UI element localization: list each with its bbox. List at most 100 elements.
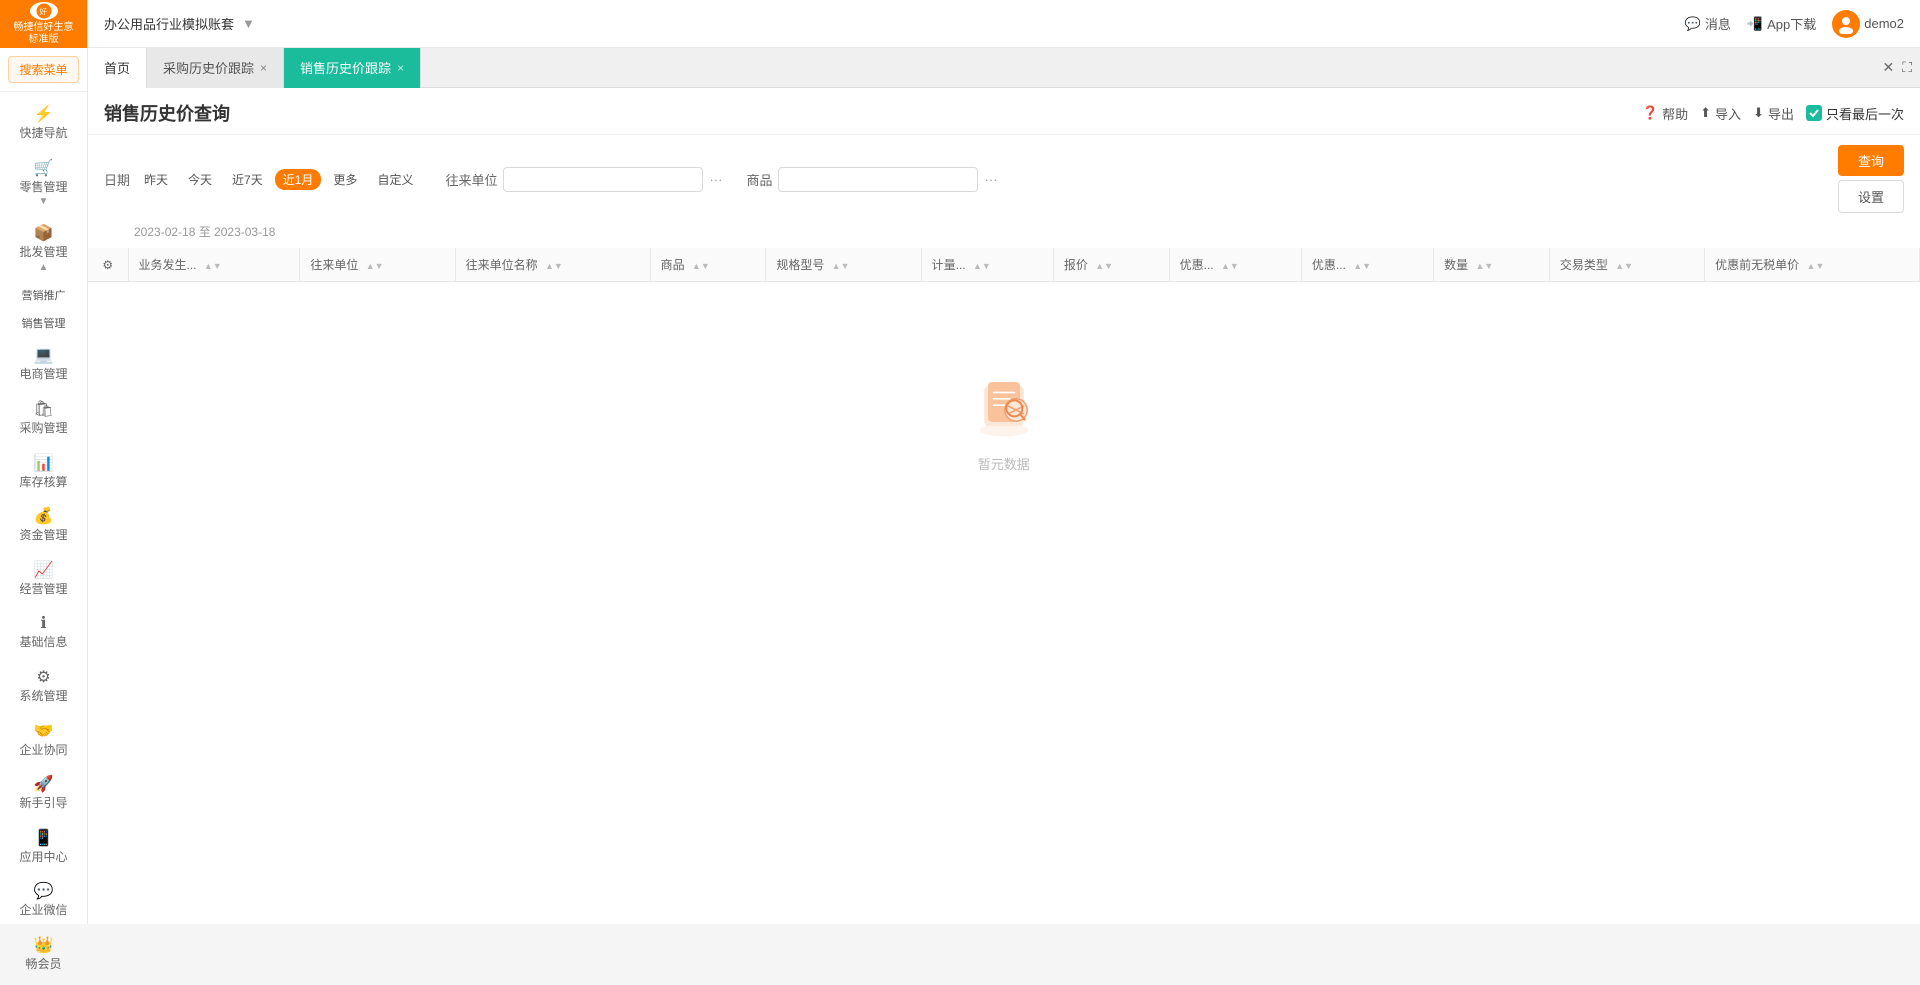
- app-download-button[interactable]: 📲 App下载: [1747, 14, 1816, 33]
- page-header: 销售历史价查询 ❓ 帮助 ⬆ 导入 ⬇ 导出 只看: [88, 88, 1920, 135]
- page-header-actions: ❓ 帮助 ⬆ 导入 ⬇ 导出 只看最后一次: [1642, 104, 1904, 123]
- date-option-yesterday[interactable]: 昨天: [136, 169, 176, 190]
- gear-icon[interactable]: ⚙: [102, 258, 113, 272]
- page-title: 销售历史价查询: [104, 100, 230, 126]
- tab-sales-history[interactable]: 销售历史价跟踪 ×: [284, 48, 421, 88]
- sidebar-item-retail-mgmt[interactable]: 🛒 零售管理 ▼: [0, 150, 87, 216]
- message-label: 消息: [1705, 14, 1731, 33]
- avatar: [1832, 10, 1860, 38]
- nav-icon: ⚡: [34, 104, 54, 124]
- user-name: demo2: [1864, 16, 1904, 31]
- export-label: 导出: [1768, 104, 1794, 123]
- tab-bar: 首页 采购历史价跟踪 × 销售历史价跟踪 × ✕ ⛶: [88, 48, 1920, 88]
- date-option-last1month[interactable]: 近1月: [275, 169, 322, 190]
- logo-icon: 好: [30, 2, 58, 20]
- import-label: 导入: [1715, 104, 1741, 123]
- sidebar-item-enterprise-wechat[interactable]: 💬 企业微信: [0, 873, 87, 927]
- sidebar-item-wholesale-mgmt[interactable]: 📦 批发管理 ▲: [0, 215, 87, 281]
- sidebar-item-basic-info[interactable]: ℹ 基础信息: [0, 605, 87, 659]
- sort-icon: ▲▼: [1221, 261, 1239, 271]
- import-button[interactable]: ⬆ 导入: [1700, 104, 1741, 123]
- maximize-tab-button[interactable]: ⛶: [1902, 59, 1912, 76]
- sidebar-nav-section: ⚡ 快捷导航 🛒 零售管理 ▼ 📦 批发管理 ▲ 营销推广 销售管理 💻 电商管…: [0, 92, 87, 985]
- sidebar-item-nav[interactable]: ⚡ 快捷导航: [0, 96, 87, 150]
- table-header: ⚙ 业务发生... ▲▼ 往来单位 ▲▼ 往来单位名称 ▲▼: [88, 248, 1920, 282]
- message-icon: 💬: [1685, 16, 1701, 32]
- sidebar-item-marketing[interactable]: 营销推广: [0, 281, 87, 309]
- sidebar-sub-wholesale: 营销推广 销售管理: [0, 281, 87, 338]
- date-options: 昨天 今天 近7天 近1月 更多 自定义: [136, 169, 421, 190]
- topbar: 办公用品行业模拟账套 ▼ 💬 消息 📲 App下载 demo2: [88, 0, 1920, 48]
- table-body: 暂元数据: [88, 282, 1920, 554]
- search-button[interactable]: 查询: [1838, 145, 1904, 176]
- action-buttons: 查询 设置: [1838, 145, 1904, 213]
- table-col-product[interactable]: 商品 ▲▼: [650, 248, 766, 282]
- sidebar-item-ecom-mgmt[interactable]: 💻 电商管理: [0, 337, 87, 391]
- sidebar-item-enterprise-collab[interactable]: 🤝 企业协同: [0, 713, 87, 767]
- table-col-trade-type[interactable]: 交易类型 ▲▼: [1549, 248, 1704, 282]
- table-col-biz-date[interactable]: 业务发生... ▲▼: [128, 248, 300, 282]
- counterpart-input[interactable]: [503, 167, 703, 192]
- table-col-unit[interactable]: 计量... ▲▼: [921, 248, 1053, 282]
- finance-icon: 💰: [34, 506, 54, 526]
- table-col-price[interactable]: 报价 ▲▼: [1053, 248, 1169, 282]
- sidebar-item-member[interactable]: 👑 畅会员: [0, 927, 87, 981]
- tab-purchase-history-close[interactable]: ×: [260, 61, 267, 75]
- message-button[interactable]: 💬 消息: [1685, 14, 1731, 33]
- guide-icon: 🚀: [34, 774, 54, 794]
- counterpart-filter-group: 往来单位 ···: [445, 167, 722, 192]
- tab-sales-history-close[interactable]: ×: [397, 61, 404, 75]
- table-col-quantity[interactable]: 数量 ▲▼: [1434, 248, 1550, 282]
- table-col-counterpart[interactable]: 往来单位 ▲▼: [300, 248, 455, 282]
- search-menu-button[interactable]: 搜索菜单: [8, 56, 79, 83]
- show-latest-checkbox[interactable]: 只看最后一次: [1806, 104, 1904, 123]
- help-icon: ❓: [1642, 105, 1658, 121]
- table-col-counterpart-name[interactable]: 往来单位名称 ▲▼: [455, 248, 650, 282]
- sort-icon: ▲▼: [1353, 261, 1371, 271]
- date-option-today[interactable]: 今天: [180, 169, 220, 190]
- sidebar-item-operations-mgmt[interactable]: 📈 经营管理: [0, 552, 87, 606]
- sidebar-item-new-guide[interactable]: 🚀 新手引导: [0, 766, 87, 820]
- empty-illustration: [964, 362, 1044, 442]
- table-col-discount2[interactable]: 优惠... ▲▼: [1301, 248, 1433, 282]
- sidebar-item-sales-mgmt[interactable]: 销售管理: [0, 309, 87, 337]
- sidebar-item-finance-mgmt[interactable]: 💰 资金管理: [0, 498, 87, 552]
- table-col-discount1[interactable]: 优惠... ▲▼: [1169, 248, 1301, 282]
- counterpart-filter-label: 往来单位: [445, 170, 497, 189]
- date-option-more[interactable]: 更多: [325, 169, 365, 190]
- product-input[interactable]: [778, 167, 978, 192]
- date-option-custom[interactable]: 自定义: [369, 169, 421, 190]
- sort-icon: ▲▼: [1475, 261, 1493, 271]
- export-icon: ⬇: [1753, 105, 1764, 121]
- product-dots[interactable]: ···: [984, 172, 997, 187]
- tab-purchase-history[interactable]: 采购历史价跟踪 ×: [147, 48, 284, 88]
- user-profile-button[interactable]: demo2: [1832, 10, 1904, 38]
- tab-home[interactable]: 首页: [88, 48, 147, 88]
- sidebar-item-app-center[interactable]: 📱 应用中心: [0, 820, 87, 874]
- app-center-icon: 📱: [34, 828, 54, 848]
- chevron-up-icon: ▲: [39, 262, 49, 273]
- checkbox-icon: [1806, 105, 1822, 121]
- collab-icon: 🤝: [34, 721, 54, 741]
- date-range-display: 2023-02-18 至 2023-03-18: [134, 223, 275, 240]
- table-col-settings[interactable]: ⚙: [88, 248, 128, 282]
- import-icon: ⬆: [1700, 105, 1711, 121]
- date-option-last7days[interactable]: 近7天: [224, 169, 271, 190]
- sidebar-item-system-mgmt[interactable]: ⚙ 系统管理: [0, 659, 87, 713]
- table-col-spec[interactable]: 规格型号 ▲▼: [766, 248, 921, 282]
- download-icon: 📲: [1747, 16, 1763, 32]
- sidebar-item-purchase-mgmt[interactable]: 🛍 采购管理: [0, 391, 87, 445]
- settings-button[interactable]: 设置: [1838, 180, 1904, 213]
- workspace-dropdown-icon[interactable]: ▼: [242, 16, 255, 31]
- filter-bar: 日期 昨天 今天 近7天 近1月 更多 自定义 往来单位 ··· 商品 ···: [88, 135, 1920, 223]
- close-tab-button[interactable]: ✕: [1882, 59, 1894, 76]
- tab-purchase-history-label: 采购历史价跟踪: [163, 58, 254, 77]
- sort-icon: ▲▼: [545, 261, 563, 271]
- counterpart-dots[interactable]: ···: [709, 172, 722, 187]
- table-col-pre-discount-price[interactable]: 优惠前无税单价 ▲▼: [1705, 248, 1920, 282]
- app-logo: 好 畅捷信好生意 标准版: [0, 0, 87, 48]
- help-button[interactable]: ❓ 帮助: [1642, 104, 1688, 123]
- sidebar-item-inventory[interactable]: 📊 库存核算: [0, 445, 87, 499]
- empty-state: 暂元数据: [88, 282, 1920, 553]
- export-button[interactable]: ⬇ 导出: [1753, 104, 1794, 123]
